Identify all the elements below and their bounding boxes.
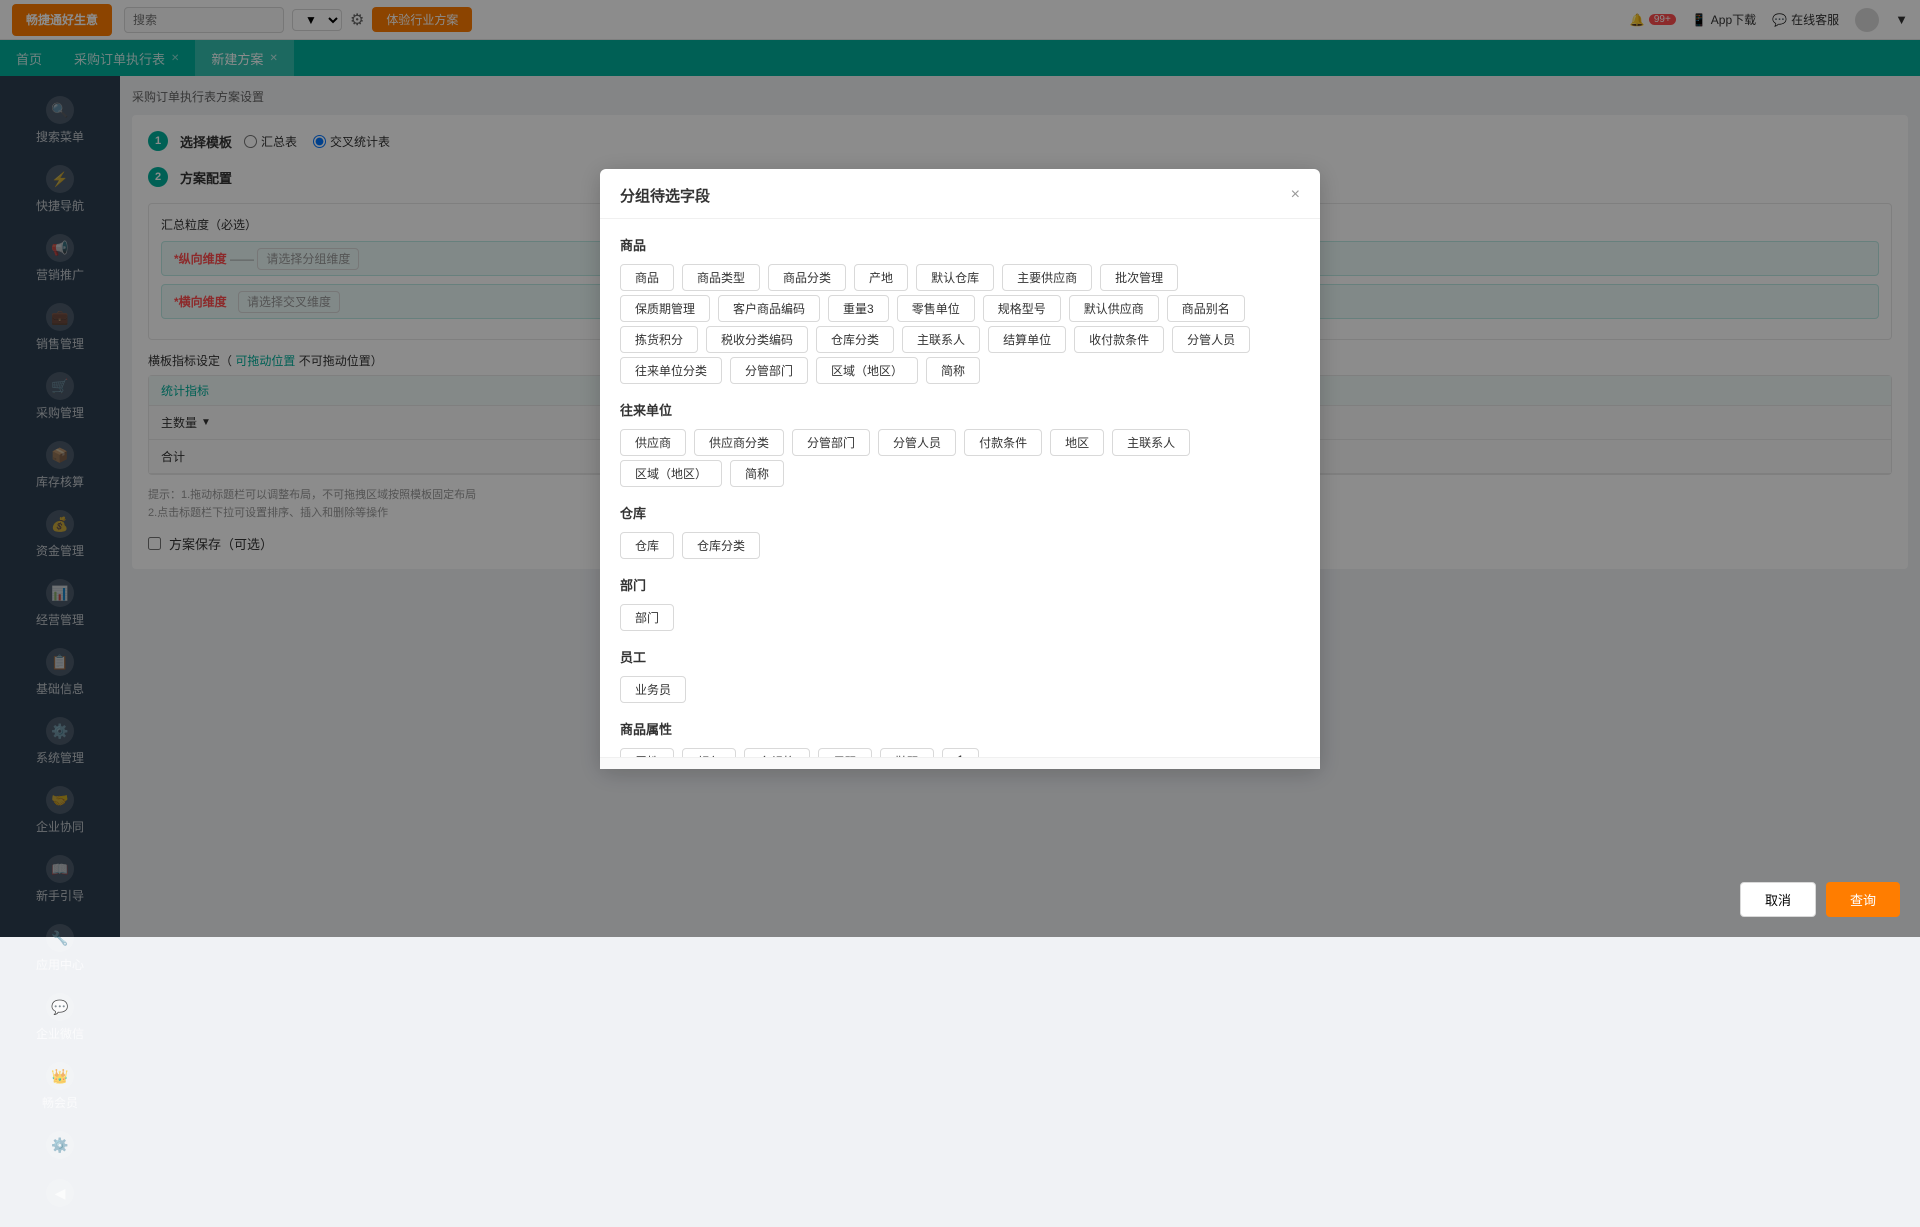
sidebar-item-member[interactable]: 👑 畅会员 <box>0 1052 120 1121</box>
group-title-department: 部门 <box>620 575 1300 594</box>
field-tag[interactable]: 商品别名 <box>1167 295 1245 322</box>
group-title-goods: 商品 <box>620 235 1300 254</box>
field-tag[interactable]: 区域（地区） <box>620 460 722 487</box>
field-tag[interactable]: 拣货积分 <box>620 326 698 353</box>
field-tag[interactable]: 默认仓库 <box>916 264 994 291</box>
field-tag[interactable]: 商品分类 <box>768 264 846 291</box>
field-tag[interactable]: 批次管理 <box>1100 264 1178 291</box>
field-tag[interactable]: 分管部门 <box>792 429 870 456</box>
field-tags-goods-attr: 属性 颜色 多规格 尺码 鞋码 1 <box>620 748 1300 757</box>
settings-icon: ⚙️ <box>46 1131 74 1159</box>
field-tag[interactable]: 主联系人 <box>902 326 980 353</box>
field-tag[interactable]: 分管部门 <box>730 357 808 384</box>
field-tags-employee: 业务员 <box>620 676 1300 703</box>
field-tag[interactable]: 结算单位 <box>988 326 1066 353</box>
field-tag[interactable]: 仓库 <box>620 532 674 559</box>
field-tag[interactable]: 多规格 <box>744 748 810 757</box>
field-tag[interactable]: 主联系人 <box>1112 429 1190 456</box>
field-tag[interactable]: 分管人员 <box>878 429 956 456</box>
member-icon: 👑 <box>46 1062 74 1090</box>
group-title-partner: 往来单位 <box>620 400 1300 419</box>
field-tag[interactable]: 税收分类编码 <box>706 326 808 353</box>
group-title-employee: 员工 <box>620 647 1300 666</box>
field-tag[interactable]: 零售单位 <box>897 295 975 322</box>
field-tags-goods-3: 拣货积分 税收分类编码 仓库分类 主联系人 结算单位 收付款条件 分管人员 <box>620 326 1300 353</box>
field-tag[interactable]: 业务员 <box>620 676 686 703</box>
field-tags-partner-2: 区域（地区） 简称 <box>620 460 1300 487</box>
field-tag[interactable]: 商品 <box>620 264 674 291</box>
field-tags-goods-4: 往来单位分类 分管部门 区域（地区） 简称 <box>620 357 1300 384</box>
confirm-button[interactable]: 查询 <box>1826 882 1900 917</box>
field-select-modal: 分组待选字段 × 商品 商品 商品类型 商品分类 产地 默认仓库 主要供应商 批… <box>600 169 1320 769</box>
modal-header: 分组待选字段 × <box>600 169 1320 219</box>
field-tag[interactable]: 鞋码 <box>880 748 934 757</box>
collapse-icon: ◀ <box>46 1179 74 1207</box>
field-tag[interactable]: 供应商 <box>620 429 686 456</box>
modal-footer: 取消 查询 <box>1740 882 1900 917</box>
field-tag[interactable]: 往来单位分类 <box>620 357 722 384</box>
field-tag[interactable]: 保质期管理 <box>620 295 710 322</box>
field-tag[interactable]: 部门 <box>620 604 674 631</box>
modal-hscroll[interactable] <box>600 757 1320 769</box>
field-tag[interactable]: 付款条件 <box>964 429 1042 456</box>
wechat-icon: 💬 <box>46 993 74 1021</box>
field-tags-partner: 供应商 供应商分类 分管部门 分管人员 付款条件 地区 主联系人 <box>620 429 1300 456</box>
modal-body: 商品 商品 商品类型 商品分类 产地 默认仓库 主要供应商 批次管理 保质期管理… <box>600 219 1320 757</box>
field-tag[interactable]: 规格型号 <box>983 295 1061 322</box>
field-tag[interactable]: 简称 <box>730 460 784 487</box>
field-tag[interactable]: 1 <box>942 748 979 757</box>
field-tags-warehouse: 仓库 仓库分类 <box>620 532 1300 559</box>
group-title-warehouse: 仓库 <box>620 503 1300 522</box>
field-tags-goods-2: 保质期管理 客户商品编码 重量3 零售单位 规格型号 默认供应商 商品别名 <box>620 295 1300 322</box>
field-tag[interactable]: 重量3 <box>828 295 889 322</box>
field-tag[interactable]: 简称 <box>926 357 980 384</box>
sidebar-bottom: ⚙️ ◀ <box>0 1121 120 1227</box>
field-tag[interactable]: 收付款条件 <box>1074 326 1164 353</box>
field-tags-goods: 商品 商品类型 商品分类 产地 默认仓库 主要供应商 批次管理 <box>620 264 1300 291</box>
field-tag[interactable]: 产地 <box>854 264 908 291</box>
modal-overlay: 分组待选字段 × 商品 商品 商品类型 商品分类 产地 默认仓库 主要供应商 批… <box>0 0 1920 937</box>
sidebar-item-wechat[interactable]: 💬 企业微信 <box>0 983 120 1052</box>
field-tag[interactable]: 分管人员 <box>1172 326 1250 353</box>
field-tag[interactable]: 地区 <box>1050 429 1104 456</box>
modal-title: 分组待选字段 <box>620 185 710 206</box>
field-tag[interactable]: 商品类型 <box>682 264 760 291</box>
field-tag[interactable]: 尺码 <box>818 748 872 757</box>
field-tag[interactable]: 仓库分类 <box>816 326 894 353</box>
sidebar-collapse-btn[interactable]: ◀ <box>0 1169 120 1217</box>
field-tag[interactable]: 仓库分类 <box>682 532 760 559</box>
field-tag[interactable]: 区域（地区） <box>816 357 918 384</box>
field-tag[interactable]: 客户商品编码 <box>718 295 820 322</box>
field-tag[interactable]: 颜色 <box>682 748 736 757</box>
field-tag[interactable]: 供应商分类 <box>694 429 784 456</box>
modal-close-btn[interactable]: × <box>1291 186 1300 204</box>
group-title-goods-attr: 商品属性 <box>620 719 1300 738</box>
sidebar-settings-btn[interactable]: ⚙️ <box>0 1121 120 1169</box>
cancel-button[interactable]: 取消 <box>1740 882 1816 917</box>
field-tags-department: 部门 <box>620 604 1300 631</box>
field-tag[interactable]: 主要供应商 <box>1002 264 1092 291</box>
field-tag[interactable]: 属性 <box>620 748 674 757</box>
field-tag[interactable]: 默认供应商 <box>1069 295 1159 322</box>
